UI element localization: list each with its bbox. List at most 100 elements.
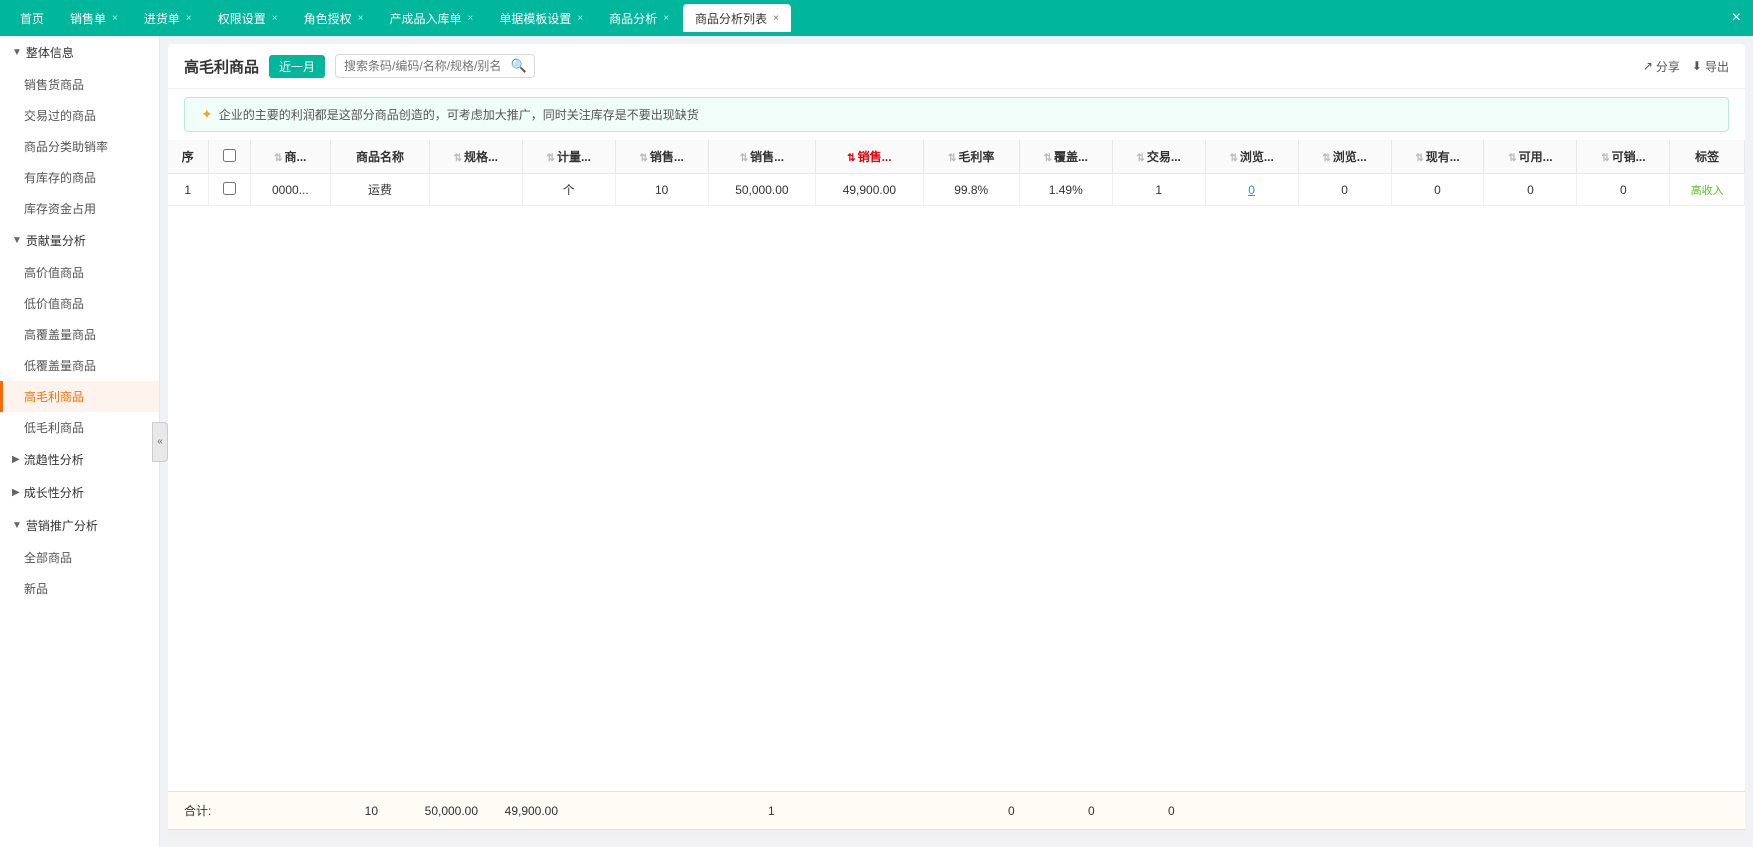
nav-tab-home-label: 首页 <box>20 10 44 27</box>
sidebar-collapse-button[interactable]: « <box>152 422 168 462</box>
horizontal-scrollbar[interactable] <box>168 829 1745 839</box>
col-coverage[interactable]: ⇅覆盖... <box>1019 140 1112 174</box>
export-label: 导出 <box>1705 58 1729 75</box>
sidebar-item-sales-goods[interactable]: 销售货商品 <box>0 69 159 100</box>
cell-code: 0000... <box>250 174 330 206</box>
col-unit[interactable]: ⇅计量... <box>522 140 615 174</box>
nav-tab-analysis-label: 商品分析 <box>609 10 657 27</box>
close-product-stock-icon[interactable]: × <box>467 13 473 24</box>
chevron-right-icon-2: ▶ <box>12 487 20 498</box>
nav-tab-product-stock[interactable]: 产成品入库单 × <box>377 4 485 32</box>
sidebar-item-high-value[interactable]: 高价值商品 <box>0 257 159 288</box>
sidebar-item-high-coverage[interactable]: 高覆盖量商品 <box>0 319 159 350</box>
col-current[interactable]: ⇅现有... <box>1391 140 1484 174</box>
row-checkbox[interactable] <box>223 182 236 195</box>
col-sales2[interactable]: ⇅销售... <box>708 140 815 174</box>
table-row: 1 0000... 运费 个 10 50,000.00 49,900.00 99… <box>168 174 1745 206</box>
sidebar-group-overview[interactable]: ▼ 整体信息 <box>0 36 159 69</box>
sidebar-item-low-value[interactable]: 低价值商品 <box>0 288 159 319</box>
col-gross-rate[interactable]: ⇅毛利率 <box>923 140 1019 174</box>
data-table: 序 ⇅商... 商品名称 ⇅规格... ⇅计量... ⇅销售... ⇅销售...… <box>168 140 1745 206</box>
close-template-icon[interactable]: × <box>577 13 583 24</box>
sidebar-item-traded-goods[interactable]: 交易过的商品 <box>0 100 159 131</box>
sidebar-item-stock-capital[interactable]: 库存资金占用 <box>0 193 159 224</box>
cell-browse2: 0 <box>1298 174 1391 206</box>
info-banner-text: 企业的主要的利润都是这部分商品创造的，可考虑加大推广，同时关注库存是不要出现缺货 <box>219 106 699 123</box>
table-header-row: 序 ⇅商... 商品名称 ⇅规格... ⇅计量... ⇅销售... ⇅销售...… <box>168 140 1745 174</box>
sidebar-item-all-goods[interactable]: 全部商品 <box>0 542 159 573</box>
sidebar-group-growth-label: 成长性分析 <box>24 484 84 501</box>
close-analysis-list-icon[interactable]: × <box>773 13 779 24</box>
cell-name: 运费 <box>331 174 430 206</box>
col-spec[interactable]: ⇅规格... <box>429 140 522 174</box>
content-header: 高毛利商品 近一月 🔍 ↗ 分享 ⬇ 导出 <box>168 44 1745 89</box>
col-tag: 标签 <box>1670 140 1745 174</box>
nav-tab-permissions[interactable]: 权限设置 × <box>206 4 290 32</box>
sidebar-group-contribution[interactable]: ▼ 贡献量分析 <box>0 224 159 257</box>
footer-total: 合计: 10 50,000.00 49,900.00 1 0 0 0 <box>168 791 1745 829</box>
sidebar-item-category-rate[interactable]: 商品分类助销率 <box>0 131 159 162</box>
cell-coverage: 1.49% <box>1019 174 1112 206</box>
col-available[interactable]: ⇅可用... <box>1484 140 1577 174</box>
nav-tab-template-label: 单据模板设置 <box>499 10 571 27</box>
cell-unit: 个 <box>522 174 615 206</box>
sidebar-item-high-gross[interactable]: 高毛利商品 <box>0 381 159 412</box>
nav-tab-purchase[interactable]: 进货单 × <box>132 4 204 32</box>
col-code[interactable]: ⇅商... <box>250 140 330 174</box>
footer-label: 合计: <box>184 802 211 819</box>
cell-sales2: 50,000.00 <box>708 174 815 206</box>
nav-tab-roles[interactable]: 角色授权 × <box>292 4 376 32</box>
chevron-right-icon: ▶ <box>12 454 20 465</box>
sidebar-item-new-goods[interactable]: 新品 <box>0 573 159 604</box>
nav-tab-template[interactable]: 单据模板设置 × <box>487 4 595 32</box>
export-button[interactable]: ⬇ 导出 <box>1692 58 1729 75</box>
content-area: 高毛利商品 近一月 🔍 ↗ 分享 ⬇ 导出 ✦ 企业的主要的利润都是这部分商品创… <box>168 44 1745 839</box>
select-all-checkbox[interactable] <box>223 149 236 162</box>
nav-tab-purchase-label: 进货单 <box>144 10 180 27</box>
export-icon: ⬇ <box>1692 59 1702 73</box>
chevron-down-icon: ▼ <box>12 47 22 58</box>
close-permissions-icon[interactable]: × <box>272 13 278 24</box>
cell-sellable: 0 <box>1577 174 1670 206</box>
sidebar-group-marketing[interactable]: ▼ 营销推广分析 <box>0 509 159 542</box>
share-button[interactable]: ↗ 分享 <box>1643 58 1680 75</box>
sidebar-item-low-gross[interactable]: 低毛利商品 <box>0 412 159 443</box>
cell-checkbox[interactable] <box>208 174 250 206</box>
col-sellable[interactable]: ⇅可销... <box>1577 140 1670 174</box>
nav-tab-sales[interactable]: 销售单 × <box>58 4 130 32</box>
nav-tab-home[interactable]: 首页 <box>8 4 56 32</box>
top-nav: 首页 销售单 × 进货单 × 权限设置 × 角色授权 × 产成品入库单 × 单据… <box>0 0 1753 36</box>
close-purchase-icon[interactable]: × <box>186 13 192 24</box>
sidebar-item-low-coverage[interactable]: 低覆盖量商品 <box>0 350 159 381</box>
sidebar: ▼ 整体信息 销售货商品 交易过的商品 商品分类助销率 有库存的商品 库存资金占… <box>0 36 160 847</box>
cell-browse1[interactable]: 0 <box>1205 174 1298 206</box>
cell-seq: 1 <box>168 174 208 206</box>
footer-sales1: 10 <box>331 804 411 818</box>
col-browse1[interactable]: ⇅浏览... <box>1205 140 1298 174</box>
col-checkbox <box>208 140 250 174</box>
nav-tab-product-stock-label: 产成品入库单 <box>389 10 461 27</box>
header-actions: ↗ 分享 ⬇ 导出 <box>1643 58 1729 75</box>
col-transactions[interactable]: ⇅交易... <box>1112 140 1205 174</box>
sidebar-group-growth[interactable]: ▶ 成长性分析 <box>0 476 159 509</box>
time-filter-button[interactable]: 近一月 <box>269 55 325 78</box>
info-icon: ✦ <box>201 106 213 123</box>
close-analysis-icon[interactable]: × <box>663 13 669 24</box>
col-sales1[interactable]: ⇅销售... <box>615 140 708 174</box>
sidebar-item-in-stock[interactable]: 有库存的商品 <box>0 162 159 193</box>
sidebar-group-flow[interactable]: ▶ 流趋性分析 <box>0 443 159 476</box>
nav-tab-analysis[interactable]: 商品分析 × <box>597 4 681 32</box>
window-close-button[interactable]: × <box>1728 5 1745 31</box>
col-seq: 序 <box>168 140 208 174</box>
close-roles-icon[interactable]: × <box>358 13 364 24</box>
search-input[interactable] <box>335 54 535 78</box>
close-sales-icon[interactable]: × <box>112 13 118 24</box>
col-name: 商品名称 <box>331 140 430 174</box>
col-sales3[interactable]: ⇅销售... <box>816 140 923 174</box>
chevron-down-icon-2: ▼ <box>12 235 22 246</box>
cell-gross-rate: 99.8% <box>923 174 1019 206</box>
col-browse2[interactable]: ⇅浏览... <box>1298 140 1391 174</box>
chevron-down-icon-3: ▼ <box>12 520 22 531</box>
nav-tab-analysis-list[interactable]: 商品分析列表 × <box>683 4 791 32</box>
footer-current: 0 <box>971 804 1051 818</box>
